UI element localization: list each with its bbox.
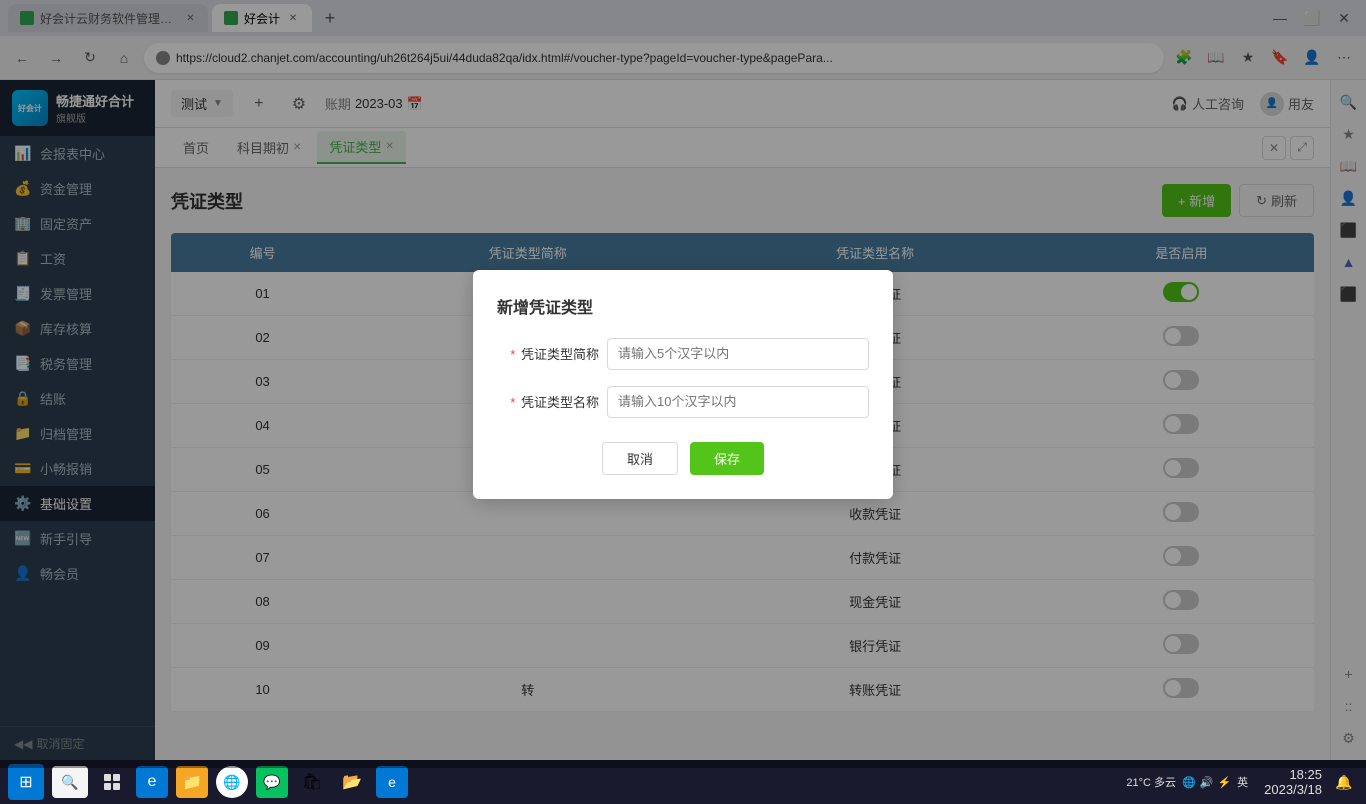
taskbar-wechat[interactable]: 💬 [256, 766, 288, 798]
name-label: * 凭证类型名称 [497, 392, 607, 411]
taskbar-date: 2023/3/18 [1264, 782, 1322, 797]
taskbar-time-block: 18:25 2023/3/18 [1264, 767, 1322, 797]
abbr-label: * 凭证类型简称 [497, 344, 607, 363]
name-form-row: * 凭证类型名称 [497, 386, 869, 418]
taskbar-edge2[interactable]: e [376, 766, 408, 798]
name-required-mark: * [510, 395, 515, 410]
taskbar-time: 18:25 [1264, 767, 1322, 782]
modal-overlay: 新增凭证类型 * 凭证类型简称 * 凭证类型名称 取消 保存 [0, 0, 1366, 768]
battery-icon: ⚡ [1217, 776, 1231, 789]
abbr-form-row: * 凭证类型简称 [497, 338, 869, 370]
cancel-button[interactable]: 取消 [602, 442, 678, 475]
add-voucher-modal: 新增凭证类型 * 凭证类型简称 * 凭证类型名称 取消 保存 [473, 270, 893, 499]
modal-footer: 取消 保存 [497, 442, 869, 475]
network-icon: 🌐 [1182, 776, 1196, 789]
abbr-input[interactable] [607, 338, 869, 370]
taskbar-weather: 21°C 多云 [1126, 774, 1176, 790]
taskbar-edge[interactable]: e [136, 766, 168, 798]
taskbar-files[interactable]: 📂 [336, 766, 368, 798]
start-button[interactable]: ⊞ [8, 764, 44, 800]
lang-indicator: 英 [1237, 774, 1248, 790]
taskbar-search[interactable]: 🔍 [52, 766, 88, 798]
taskbar-sys: 21°C 多云 🌐 🔊 ⚡ 英 [1126, 774, 1248, 790]
sound-icon: 🔊 [1200, 776, 1214, 789]
abbr-required-mark: * [510, 347, 515, 362]
taskbar-explorer[interactable]: 📁 [176, 766, 208, 798]
taskbar-chrome[interactable]: 🌐 [216, 766, 248, 798]
taskbar-store[interactable]: 🛍 [296, 766, 328, 798]
name-input[interactable] [607, 386, 869, 418]
modal-title: 新增凭证类型 [497, 294, 869, 318]
notification-button[interactable]: 🔔 [1330, 768, 1358, 796]
task-view-button[interactable] [96, 766, 128, 798]
save-button[interactable]: 保存 [690, 442, 764, 475]
